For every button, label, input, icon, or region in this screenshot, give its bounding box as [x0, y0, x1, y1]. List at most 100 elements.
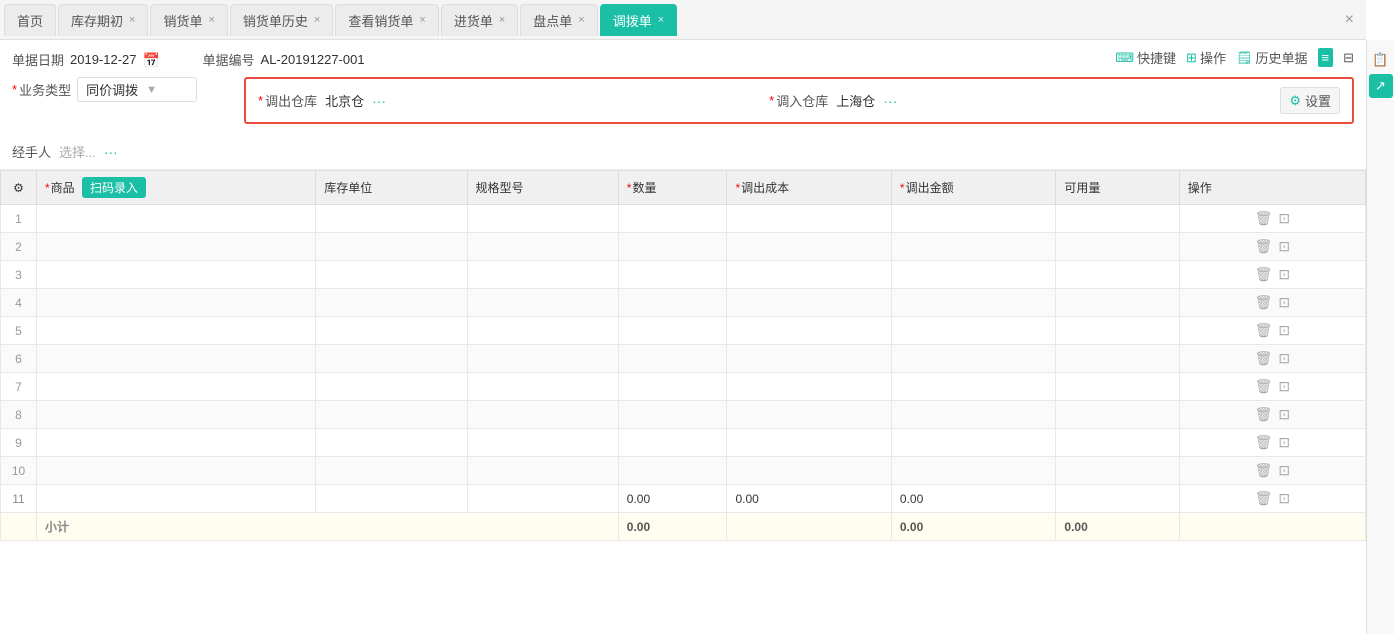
cell-qty[interactable]: [618, 345, 727, 373]
cell-cost: [727, 345, 891, 373]
close-tab-view-sales[interactable]: ×: [419, 15, 425, 26]
tab-sales-history[interactable]: 销货单历史 ×: [230, 4, 333, 36]
cell-qty[interactable]: [618, 457, 727, 485]
calendar-icon[interactable]: 📅: [143, 52, 159, 68]
close-tab-transfer[interactable]: ×: [658, 15, 664, 26]
table-row: 2 🗑 ⊡: [1, 233, 1366, 261]
subtotal-op-val: [1179, 513, 1365, 541]
cell-op: 🗑 ⊡: [1179, 261, 1365, 289]
cell-qty[interactable]: [618, 429, 727, 457]
cell-product[interactable]: [37, 429, 316, 457]
cell-qty[interactable]: [618, 373, 727, 401]
cell-qty[interactable]: [618, 233, 727, 261]
cell-spec: [467, 205, 618, 233]
cell-available: [1056, 317, 1179, 345]
cell-amount: [891, 261, 1055, 289]
cell-product[interactable]: [37, 289, 316, 317]
cell-product[interactable]: [37, 233, 316, 261]
operation-btn[interactable]: ⊞ 操作: [1186, 48, 1226, 67]
delete-row-icon[interactable]: 🗑: [1255, 238, 1273, 255]
in-warehouse-field: * 调入仓库 上海仓 ···: [769, 91, 1264, 110]
tab-sales-order[interactable]: 销货单 ×: [150, 4, 227, 36]
delete-row-icon[interactable]: 🗑: [1255, 294, 1273, 311]
copy-row-icon[interactable]: ⊡: [1278, 350, 1290, 367]
cell-product[interactable]: [37, 457, 316, 485]
cell-amount: [891, 373, 1055, 401]
dropdown-arrow-icon: ▼: [146, 84, 157, 96]
copy-row-icon[interactable]: ⊡: [1278, 266, 1290, 283]
cell-available: [1056, 345, 1179, 373]
in-warehouse-ellipsis[interactable]: ···: [883, 93, 897, 109]
date-label: 单据日期: [12, 50, 64, 69]
tab-home[interactable]: 首页: [4, 4, 56, 36]
grid-view-btn[interactable]: ⊟: [1343, 50, 1354, 66]
col-op: 操作: [1179, 171, 1365, 205]
copy-row-icon[interactable]: ⊡: [1278, 378, 1290, 395]
tab-purchase-order[interactable]: 进货单 ×: [441, 4, 518, 36]
number-field: 单据编号 AL-20191227-001: [203, 50, 365, 69]
warehouse-section: * 调出仓库 北京仓 ··· * 调入仓库 上海仓 ··· ⚙ 设置: [244, 77, 1354, 124]
close-tab-sales-history[interactable]: ×: [314, 15, 320, 26]
cell-unit: [316, 373, 467, 401]
cell-qty[interactable]: [618, 205, 727, 233]
copy-row-icon[interactable]: ⊡: [1278, 322, 1290, 339]
cell-product[interactable]: [37, 317, 316, 345]
delete-row-icon[interactable]: 🗑: [1255, 350, 1273, 367]
delete-icon[interactable]: 🗑: [1255, 490, 1273, 507]
cell-qty[interactable]: [618, 289, 727, 317]
delete-row-icon[interactable]: 🗑: [1255, 434, 1273, 451]
close-tab-stocktake[interactable]: ×: [578, 15, 584, 26]
delete-row-icon[interactable]: 🗑: [1255, 378, 1273, 395]
close-tab-purchase-order[interactable]: ×: [499, 15, 505, 26]
table-row: 4 🗑 ⊡: [1, 289, 1366, 317]
tab-bar: 首页 库存期初 × 销货单 × 销货单历史 × 查看销货单 × 进货单 × 盘点…: [0, 0, 1366, 40]
copy-row-icon[interactable]: ⊡: [1278, 434, 1290, 451]
close-tab-inventory-init[interactable]: ×: [129, 15, 135, 26]
copy-row-icon[interactable]: ⊡: [1278, 406, 1290, 423]
cell-amount: [891, 317, 1055, 345]
copy-row-icon[interactable]: ⊡: [1278, 238, 1290, 255]
sidebar-export-btn[interactable]: ↗: [1369, 74, 1393, 98]
list-view-btn[interactable]: ≡: [1318, 48, 1334, 67]
cell-available: [1056, 401, 1179, 429]
close-all-tabs[interactable]: ×: [1333, 0, 1366, 39]
delete-row-icon[interactable]: 🗑: [1255, 406, 1273, 423]
settings-gear-icon: ⚙: [1289, 93, 1301, 109]
close-tab-sales-order[interactable]: ×: [208, 15, 214, 26]
shortcut-btn[interactable]: ⌨ 快捷键: [1115, 48, 1176, 67]
cell-spec: [467, 289, 618, 317]
delete-row-icon[interactable]: 🗑: [1255, 210, 1273, 227]
tab-stocktake[interactable]: 盘点单 ×: [520, 4, 597, 36]
cell-qty[interactable]: [618, 317, 727, 345]
cell-product[interactable]: [37, 205, 316, 233]
cell-product[interactable]: [37, 373, 316, 401]
cell-op: 🗑 ⊡: [1179, 233, 1365, 261]
scan-input-btn[interactable]: 扫码录入: [82, 177, 146, 198]
copy-icon[interactable]: ⊡: [1278, 490, 1290, 507]
cell-product[interactable]: [37, 261, 316, 289]
delete-row-icon[interactable]: 🗑: [1255, 462, 1273, 479]
tab-view-sales[interactable]: 查看销货单 ×: [335, 4, 438, 36]
tab-inventory-init[interactable]: 库存期初 ×: [58, 4, 148, 36]
cell-product[interactable]: [37, 401, 316, 429]
business-type-select[interactable]: 同价调拨 ▼: [77, 77, 197, 102]
delete-row-icon[interactable]: 🗑: [1255, 266, 1273, 283]
copy-row-icon[interactable]: ⊡: [1278, 210, 1290, 227]
sidebar-note-btn[interactable]: 📋: [1369, 48, 1393, 72]
copy-row-icon[interactable]: ⊡: [1278, 294, 1290, 311]
copy-row-icon[interactable]: ⊡: [1278, 462, 1290, 479]
cell-qty[interactable]: [618, 401, 727, 429]
table-row: 8 🗑 ⊡: [1, 401, 1366, 429]
out-warehouse-ellipsis[interactable]: ···: [372, 93, 386, 109]
cell-product[interactable]: [37, 345, 316, 373]
settings-button[interactable]: ⚙ 设置: [1280, 87, 1340, 114]
delete-row-icon[interactable]: 🗑: [1255, 322, 1273, 339]
col-settings[interactable]: ⚙: [1, 171, 37, 205]
cell-qty[interactable]: [618, 261, 727, 289]
person-ellipsis[interactable]: ···: [104, 144, 118, 160]
history-btn[interactable]: 🗒 历史单据: [1236, 48, 1308, 67]
tab-transfer[interactable]: 调拨单 ×: [600, 4, 677, 36]
subtotal-spec: [467, 485, 618, 513]
person-select[interactable]: 选择...: [59, 142, 96, 161]
cell-cost: [727, 233, 891, 261]
